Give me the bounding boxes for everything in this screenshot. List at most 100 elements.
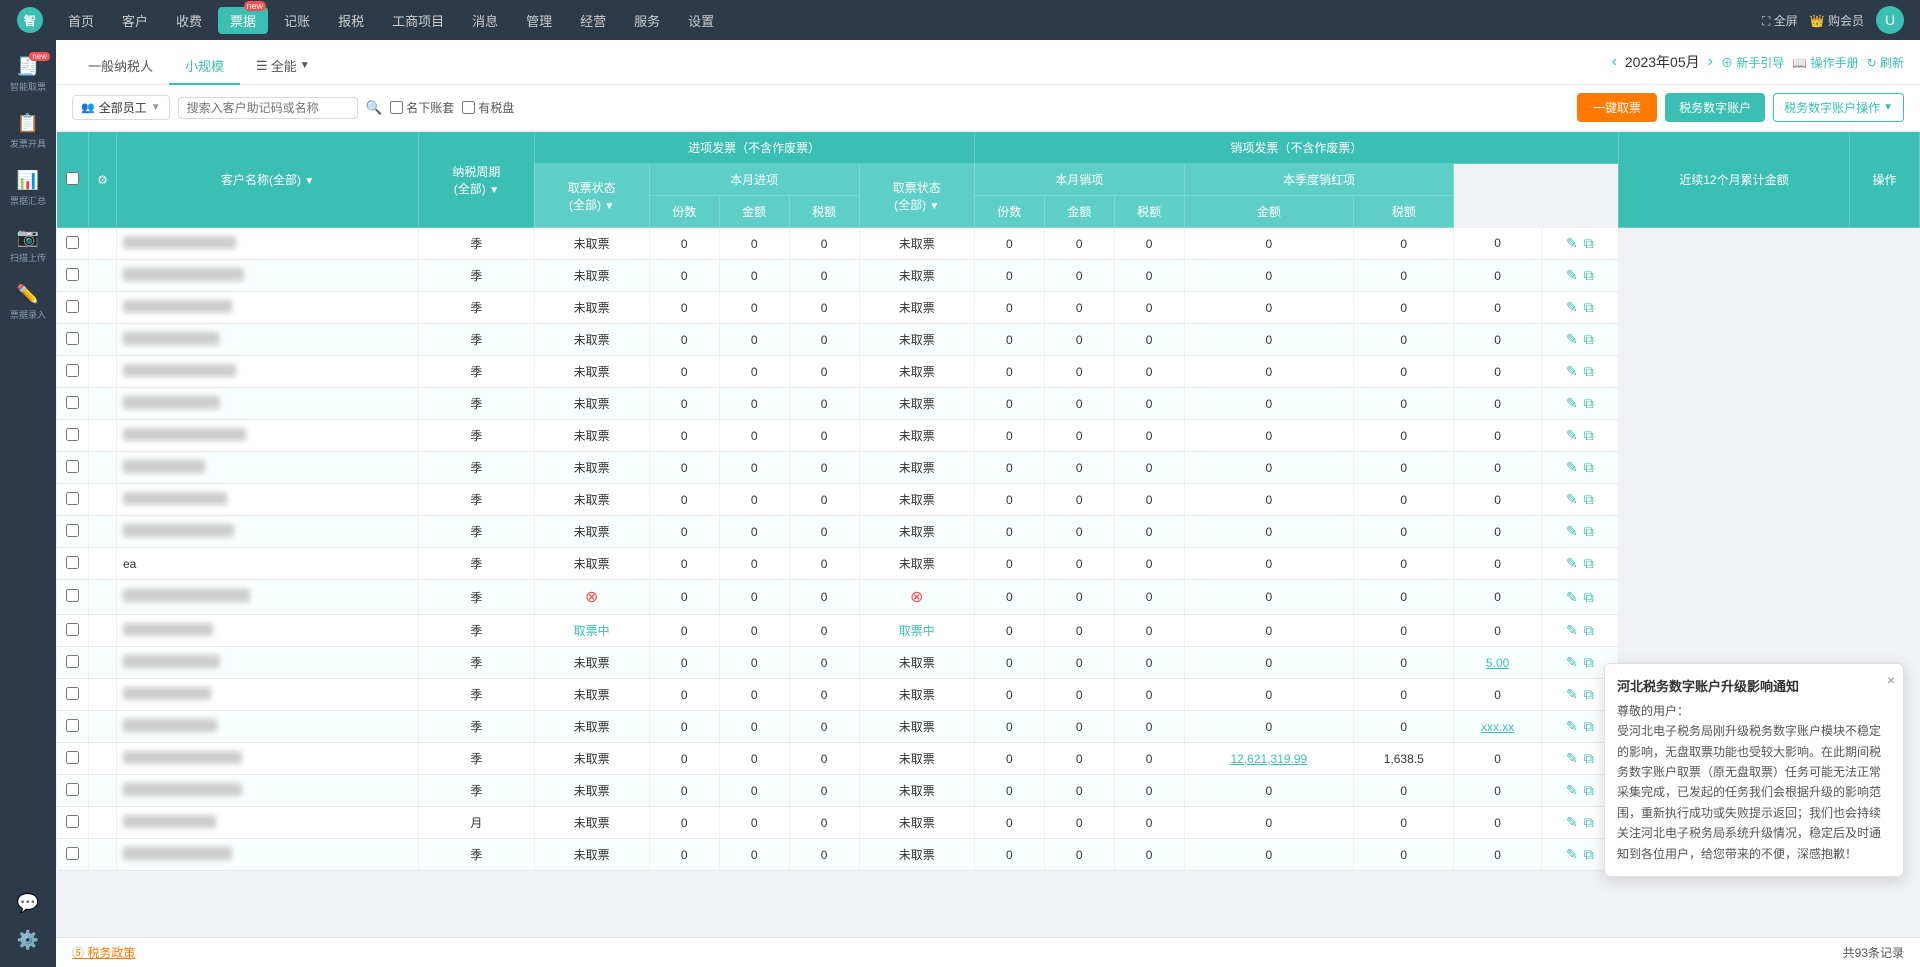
table-container[interactable]: ⚙ 客户名称(全部) ▼ 纳税周期(全部) ▼ 进项发票（不含作废票） 销项发票… (56, 131, 1920, 937)
row-checkbox[interactable] (66, 364, 79, 377)
td-cumulative[interactable]: 5.00 (1454, 647, 1542, 679)
refresh-btn[interactable]: ↻ 刷新 (1867, 54, 1904, 71)
td-check[interactable] (57, 615, 89, 647)
row-checkbox[interactable] (66, 332, 79, 345)
row-checkbox[interactable] (66, 847, 79, 860)
td-check[interactable] (57, 292, 89, 324)
edit-btn[interactable]: ✎ (1566, 686, 1578, 703)
tab-general[interactable]: 一般纳税人 (72, 48, 169, 85)
td-check[interactable] (57, 807, 89, 839)
edit-btn[interactable]: ✎ (1566, 459, 1578, 476)
row-checkbox[interactable] (66, 460, 79, 473)
edit-btn[interactable]: ✎ (1566, 395, 1578, 412)
cumulative-link[interactable]: 5.00 (1486, 656, 1509, 670)
edit-btn[interactable]: ✎ (1566, 427, 1578, 444)
nav-setting[interactable]: 设置 (676, 7, 726, 34)
td-cumulative[interactable]: 0 (1454, 743, 1542, 775)
td-cumulative[interactable]: 0 (1454, 484, 1542, 516)
copy-btn[interactable]: ⧉ (1584, 235, 1594, 252)
edit-btn[interactable]: ✎ (1566, 363, 1578, 380)
td-cumulative[interactable]: 0 (1454, 356, 1542, 388)
row-checkbox[interactable] (66, 783, 79, 796)
td-cumulative[interactable]: xxx.xx (1454, 711, 1542, 743)
edit-btn[interactable]: ✎ (1566, 331, 1578, 348)
nav-manage[interactable]: 管理 (514, 7, 564, 34)
user-avatar[interactable]: U (1876, 6, 1904, 34)
copy-btn[interactable]: ⧉ (1584, 459, 1594, 476)
th-period[interactable]: 纳税周期(全部) ▼ (419, 132, 534, 228)
check-taxdisc-input[interactable] (462, 101, 475, 114)
row-checkbox[interactable] (66, 687, 79, 700)
nav-customer[interactable]: 客户 (110, 7, 160, 34)
row-checkbox[interactable] (66, 396, 79, 409)
check-taxdisc[interactable]: 有税盘 (462, 99, 514, 116)
nav-invoice[interactable]: 票据 new (218, 7, 268, 34)
digital-account-op-btn[interactable]: 税务数字账户操作 ▼ (1773, 93, 1904, 122)
copy-btn[interactable]: ⧉ (1584, 555, 1594, 572)
edit-btn[interactable]: ✎ (1566, 750, 1578, 767)
td-check[interactable] (57, 548, 89, 580)
td-cumulative[interactable]: 0 (1454, 516, 1542, 548)
tax-policy-link[interactable]: ⑤ 税务政策 (72, 944, 135, 961)
copy-btn[interactable]: ⧉ (1584, 267, 1594, 284)
edit-btn[interactable]: ✎ (1566, 491, 1578, 508)
search-button[interactable]: 🔍 (366, 100, 383, 116)
edit-btn[interactable]: ✎ (1566, 299, 1578, 316)
copy-btn[interactable]: ⧉ (1584, 718, 1594, 735)
edit-btn[interactable]: ✎ (1566, 718, 1578, 735)
copy-btn[interactable]: ⧉ (1584, 395, 1594, 412)
row-checkbox[interactable] (66, 623, 79, 636)
nav-message[interactable]: 消息 (460, 7, 510, 34)
nav-accounting[interactable]: 记账 (272, 7, 322, 34)
row-checkbox[interactable] (66, 556, 79, 569)
nav-tax[interactable]: 报税 (326, 7, 376, 34)
manual-link[interactable]: 📖 操作手册 (1792, 54, 1858, 71)
edit-btn[interactable]: ✎ (1566, 622, 1578, 639)
nav-business2[interactable]: 经营 (568, 7, 618, 34)
td-cumulative[interactable]: 0 (1454, 260, 1542, 292)
copy-btn[interactable]: ⧉ (1584, 814, 1594, 831)
td-check[interactable] (57, 711, 89, 743)
staff-selector[interactable]: 👥 全部员工 ▼ (72, 95, 170, 120)
td-check[interactable] (57, 679, 89, 711)
nav-service[interactable]: 服务 (622, 7, 672, 34)
guide-link[interactable]: ⊕ 新手引导 (1721, 54, 1784, 71)
edit-btn[interactable]: ✎ (1566, 814, 1578, 831)
copy-btn[interactable]: ⧉ (1584, 427, 1594, 444)
row-checkbox[interactable] (66, 492, 79, 505)
row-checkbox[interactable] (66, 589, 79, 602)
sidebar-item-open-invoice[interactable]: 📋 发票开具 (2, 105, 54, 158)
td-check[interactable] (57, 743, 89, 775)
row-checkbox[interactable] (66, 428, 79, 441)
td-cumulative[interactable]: 0 (1454, 775, 1542, 807)
nav-fee[interactable]: 收费 (164, 7, 214, 34)
copy-btn[interactable]: ⧉ (1584, 491, 1594, 508)
td-cumulative[interactable]: 0 (1454, 679, 1542, 711)
td-check[interactable] (57, 516, 89, 548)
row-checkbox[interactable] (66, 751, 79, 764)
nav-home[interactable]: 首页 (56, 7, 106, 34)
one-click-fetch-btn[interactable]: 一键取票 (1577, 93, 1657, 122)
td-check[interactable] (57, 647, 89, 679)
td-cumulative[interactable]: 0 (1454, 388, 1542, 420)
edit-btn[interactable]: ✎ (1566, 235, 1578, 252)
copy-btn[interactable]: ⧉ (1584, 782, 1594, 799)
copy-btn[interactable]: ⧉ (1584, 331, 1594, 348)
td-check[interactable] (57, 452, 89, 484)
row-checkbox[interactable] (66, 236, 79, 249)
td-check[interactable] (57, 356, 89, 388)
td-check[interactable] (57, 775, 89, 807)
td-cumulative[interactable]: 0 (1454, 228, 1542, 260)
td-cumulative[interactable]: 0 (1454, 324, 1542, 356)
td-check[interactable] (57, 388, 89, 420)
edit-btn[interactable]: ✎ (1566, 782, 1578, 799)
td-check[interactable] (57, 324, 89, 356)
copy-btn[interactable]: ⧉ (1584, 750, 1594, 767)
nav-business[interactable]: 工商项目 (380, 7, 456, 34)
edit-btn[interactable]: ✎ (1566, 523, 1578, 540)
td-cumulative[interactable]: 0 (1454, 615, 1542, 647)
sidebar-item-chat[interactable]: 💬 (2, 885, 54, 922)
sidebar-item-smart-fetch[interactable]: 🧾 智能取票 new (2, 48, 54, 101)
td-cumulative[interactable]: 0 (1454, 292, 1542, 324)
row-checkbox[interactable] (66, 719, 79, 732)
